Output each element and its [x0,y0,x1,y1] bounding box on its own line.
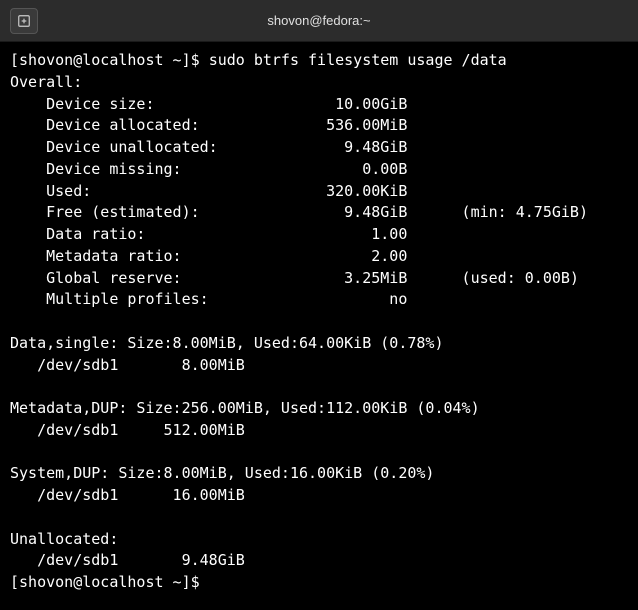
row-device-unallocated: Device unallocated: 9.48GiB [10,138,407,156]
row-data-ratio: Data ratio: 1.00 [10,225,407,243]
window-titlebar: shovon@fedora:~ [0,0,638,42]
metadata-dup-line: Metadata,DUP: Size:256.00MiB, Used:112.0… [10,399,480,417]
command: sudo btrfs filesystem usage /data [209,51,507,69]
row-free-estimated: Free (estimated): 9.48GiB (min: 4.75GiB) [10,203,588,221]
overall-header: Overall: [10,73,82,91]
window-title: shovon@fedora:~ [267,13,370,28]
unallocated-dev-line: /dev/sdb1 9.48GiB [10,551,245,569]
row-device-allocated: Device allocated: 536.00MiB [10,116,407,134]
data-dev-line: /dev/sdb1 8.00MiB [10,356,245,374]
new-tab-icon [17,14,31,28]
row-device-size: Device size: 10.00GiB [10,95,407,113]
data-single-line: Data,single: Size:8.00MiB, Used:64.00KiB… [10,334,443,352]
system-dup-line: System,DUP: Size:8.00MiB, Used:16.00KiB … [10,464,434,482]
new-tab-button[interactable] [10,8,38,34]
row-used: Used: 320.00KiB [10,182,407,200]
terminal-output[interactable]: [shovon@localhost ~]$ sudo btrfs filesys… [0,42,638,610]
row-multiple-profiles: Multiple profiles: no [10,290,407,308]
row-global-reserve: Global reserve: 3.25MiB (used: 0.00B) [10,269,579,287]
unallocated-header: Unallocated: [10,530,118,548]
row-device-missing: Device missing: 0.00B [10,160,407,178]
metadata-dev-line: /dev/sdb1 512.00MiB [10,421,245,439]
row-metadata-ratio: Metadata ratio: 2.00 [10,247,407,265]
prompt: [shovon@localhost ~]$ [10,51,209,69]
system-dev-line: /dev/sdb1 16.00MiB [10,486,245,504]
prompt: [shovon@localhost ~]$ [10,573,209,591]
